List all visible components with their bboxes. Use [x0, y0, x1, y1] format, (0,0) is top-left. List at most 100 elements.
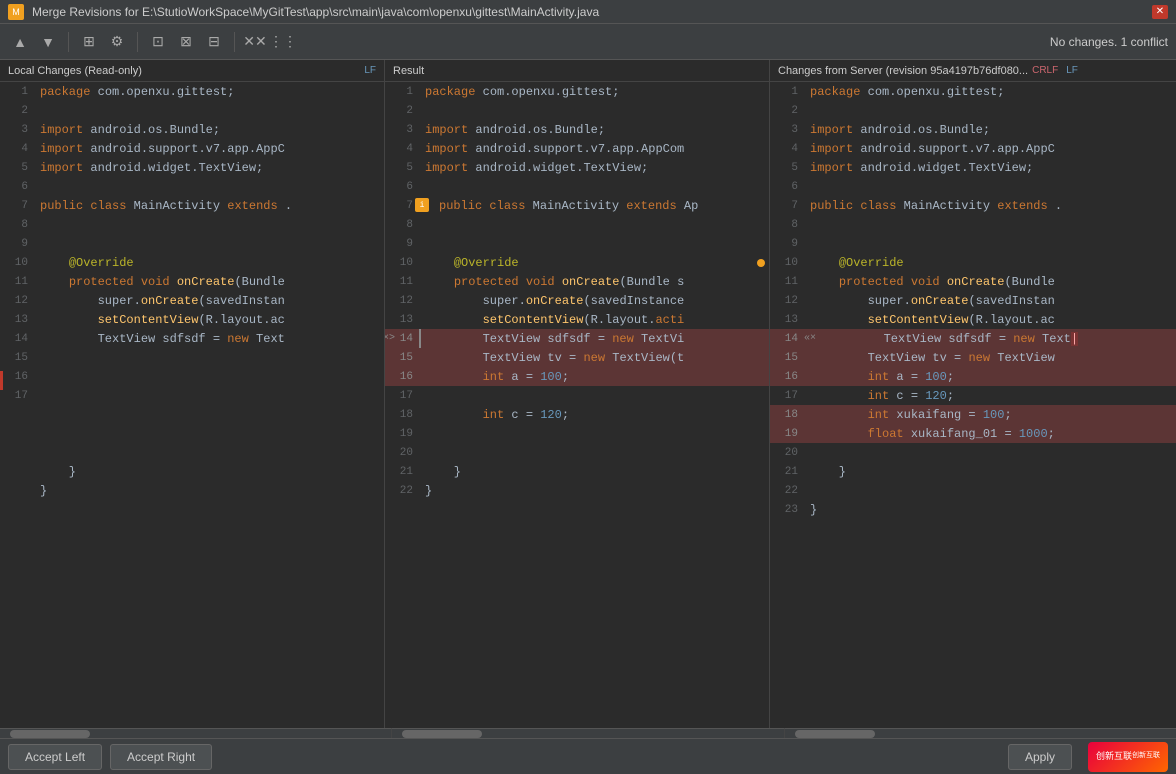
settings-button[interactable]: ⚙: [105, 30, 129, 54]
table-row: 9: [0, 234, 384, 253]
table-row: 19 float xukaifang_01 = 1000;: [770, 424, 1176, 443]
line-icon: i: [415, 198, 429, 212]
status-text: No changes. 1 conflict: [1050, 35, 1168, 49]
table-row: 5 import android.widget.TextView;: [0, 158, 384, 177]
table-row: 9: [770, 234, 1176, 253]
table-row: 1 package com.openxu.gittest;: [770, 82, 1176, 101]
table-row: 12 super.onCreate(savedInstan: [770, 291, 1176, 310]
right-code-lines: 1 package com.openxu.gittest; 2 3 import…: [770, 82, 1176, 728]
right-conflict-marker: «×: [804, 333, 816, 344]
center-panel-title: Result: [393, 65, 424, 77]
scrollbar-area[interactable]: [0, 728, 1176, 738]
button-e[interactable]: ⋮⋮: [271, 30, 295, 54]
table-row: 4 import android.support.v7.app.AppC: [770, 139, 1176, 158]
table-row: 10 @Override: [0, 253, 384, 272]
table-row: 16 int a = 100;: [385, 367, 769, 386]
table-row: 1 package com.openxu.gittest;: [385, 82, 769, 101]
table-row: 6: [385, 177, 769, 196]
toolbar-separator-3: [234, 32, 235, 52]
table-row: 9: [385, 234, 769, 253]
table-row: }: [0, 481, 384, 500]
close-button[interactable]: ✕: [1152, 5, 1168, 19]
accept-left-button[interactable]: Accept Left: [8, 744, 102, 770]
table-row: 2: [770, 101, 1176, 120]
right-lf-badge: LF: [1066, 65, 1078, 76]
center-line-cursor: [419, 329, 421, 348]
center-panel[interactable]: 1 package com.openxu.gittest; 2 3 import…: [385, 82, 770, 728]
left-column-header: Local Changes (Read-only) LF: [0, 60, 385, 81]
table-row: 14 ×> TextView sdfsdf = new TextVi: [385, 329, 769, 348]
right-scrollbar[interactable]: [785, 728, 1176, 738]
apply-button[interactable]: Apply: [1008, 744, 1072, 770]
table-row: 15: [0, 348, 384, 367]
right-panel-content[interactable]: 1 package com.openxu.gittest; 2 3 import…: [770, 82, 1176, 728]
table-row: 7 public class MainActivity extends .: [0, 196, 384, 215]
title-bar: M Merge Revisions for E:\StutioWorkSpace…: [0, 0, 1176, 24]
table-row: 3 import android.os.Bundle;: [0, 120, 384, 139]
table-row: 10 @Override: [385, 253, 769, 272]
table-row: 7 public class MainActivity extends .: [770, 196, 1176, 215]
table-row: 4 import android.support.v7.app.AppC: [0, 139, 384, 158]
table-row: 2: [0, 101, 384, 120]
table-row: 11 protected void onCreate(Bundle: [0, 272, 384, 291]
button-a[interactable]: ⊡: [146, 30, 170, 54]
table-row: 17: [0, 386, 384, 405]
center-code-lines: 1 package com.openxu.gittest; 2 3 import…: [385, 82, 769, 728]
table-row: 8: [385, 215, 769, 234]
right-panel-title: Changes from Server (revision 95a4197b76…: [778, 65, 1028, 77]
table-row: 23 }: [770, 500, 1176, 519]
table-row: 13 setContentView(R.layout.ac: [0, 310, 384, 329]
right-scrollbar-thumb[interactable]: [795, 730, 875, 738]
table-row: 3 import android.os.Bundle;: [385, 120, 769, 139]
table-row: 16: [0, 367, 384, 386]
center-scrollbar[interactable]: [392, 728, 784, 738]
table-row: 13 setContentView(R.layout.acti: [385, 310, 769, 329]
toggle-view-button[interactable]: ⊞: [77, 30, 101, 54]
table-row: 14 TextView sdfsdf = new Text: [0, 329, 384, 348]
table-row: 18 int c = 120;: [385, 405, 769, 424]
prev-change-button[interactable]: ▲: [8, 30, 32, 54]
table-row: 21 }: [385, 462, 769, 481]
center-scrollbar-thumb[interactable]: [402, 730, 482, 738]
next-change-button[interactable]: ▼: [36, 30, 60, 54]
left-scrollbar-thumb[interactable]: [10, 730, 90, 738]
left-code-lines: 1 package com.openxu.gittest; 2 3 import…: [0, 82, 384, 728]
left-panel-content[interactable]: 1 package com.openxu.gittest; 2 3 import…: [0, 82, 384, 728]
table-row: }: [0, 462, 384, 481]
table-row: 16 int a = 100;: [770, 367, 1176, 386]
toolbar-separator-2: [137, 32, 138, 52]
watermark: 创新互联 创新互联: [1088, 742, 1168, 772]
left-scrollbar[interactable]: [0, 728, 392, 738]
table-row: 12 super.onCreate(savedInstan: [0, 291, 384, 310]
table-row: 20: [770, 443, 1176, 462]
table-row: 14 «× TextView sdfsdf = new Text|: [770, 329, 1176, 348]
center-panel-content[interactable]: 1 package com.openxu.gittest; 2 3 import…: [385, 82, 769, 728]
table-row: 8: [770, 215, 1176, 234]
conflict-marker-left: ×>: [385, 333, 395, 344]
bottom-bar: Accept Left Accept Right Apply 创新互联 创新互联: [0, 738, 1176, 774]
right-column-header: Changes from Server (revision 95a4197b76…: [770, 60, 1176, 81]
accept-right-button[interactable]: Accept Right: [110, 744, 212, 770]
toolbar-separator-1: [68, 32, 69, 52]
button-d[interactable]: ✕✕: [243, 30, 267, 54]
right-panel[interactable]: 1 package com.openxu.gittest; 2 3 import…: [770, 82, 1176, 728]
table-row: 7 i public class MainActivity extends Ap: [385, 196, 769, 215]
table-row: 22: [770, 481, 1176, 500]
button-c[interactable]: ⊟: [202, 30, 226, 54]
window-title: Merge Revisions for E:\StutioWorkSpace\M…: [32, 5, 599, 19]
left-panel-badge: LF: [364, 65, 376, 76]
table-row: 19: [385, 424, 769, 443]
table-row: 21 }: [770, 462, 1176, 481]
table-row: 5 import android.widget.TextView;: [385, 158, 769, 177]
table-row: 15 TextView tv = new TextView: [770, 348, 1176, 367]
button-b[interactable]: ⊠: [174, 30, 198, 54]
left-panel[interactable]: 1 package com.openxu.gittest; 2 3 import…: [0, 82, 385, 728]
left-panel-title: Local Changes (Read-only): [8, 65, 142, 77]
toolbar: ▲ ▼ ⊞ ⚙ ⊡ ⊠ ⊟ ✕✕ ⋮⋮ No changes. 1 confli…: [0, 24, 1176, 60]
table-row: 17 int c = 120;: [770, 386, 1176, 405]
table-row: 1 package com.openxu.gittest;: [0, 82, 384, 101]
change-dot: [757, 259, 765, 267]
table-row: 5 import android.widget.TextView;: [770, 158, 1176, 177]
table-row: 6: [0, 177, 384, 196]
column-headers: Local Changes (Read-only) LF Result Chan…: [0, 60, 1176, 82]
